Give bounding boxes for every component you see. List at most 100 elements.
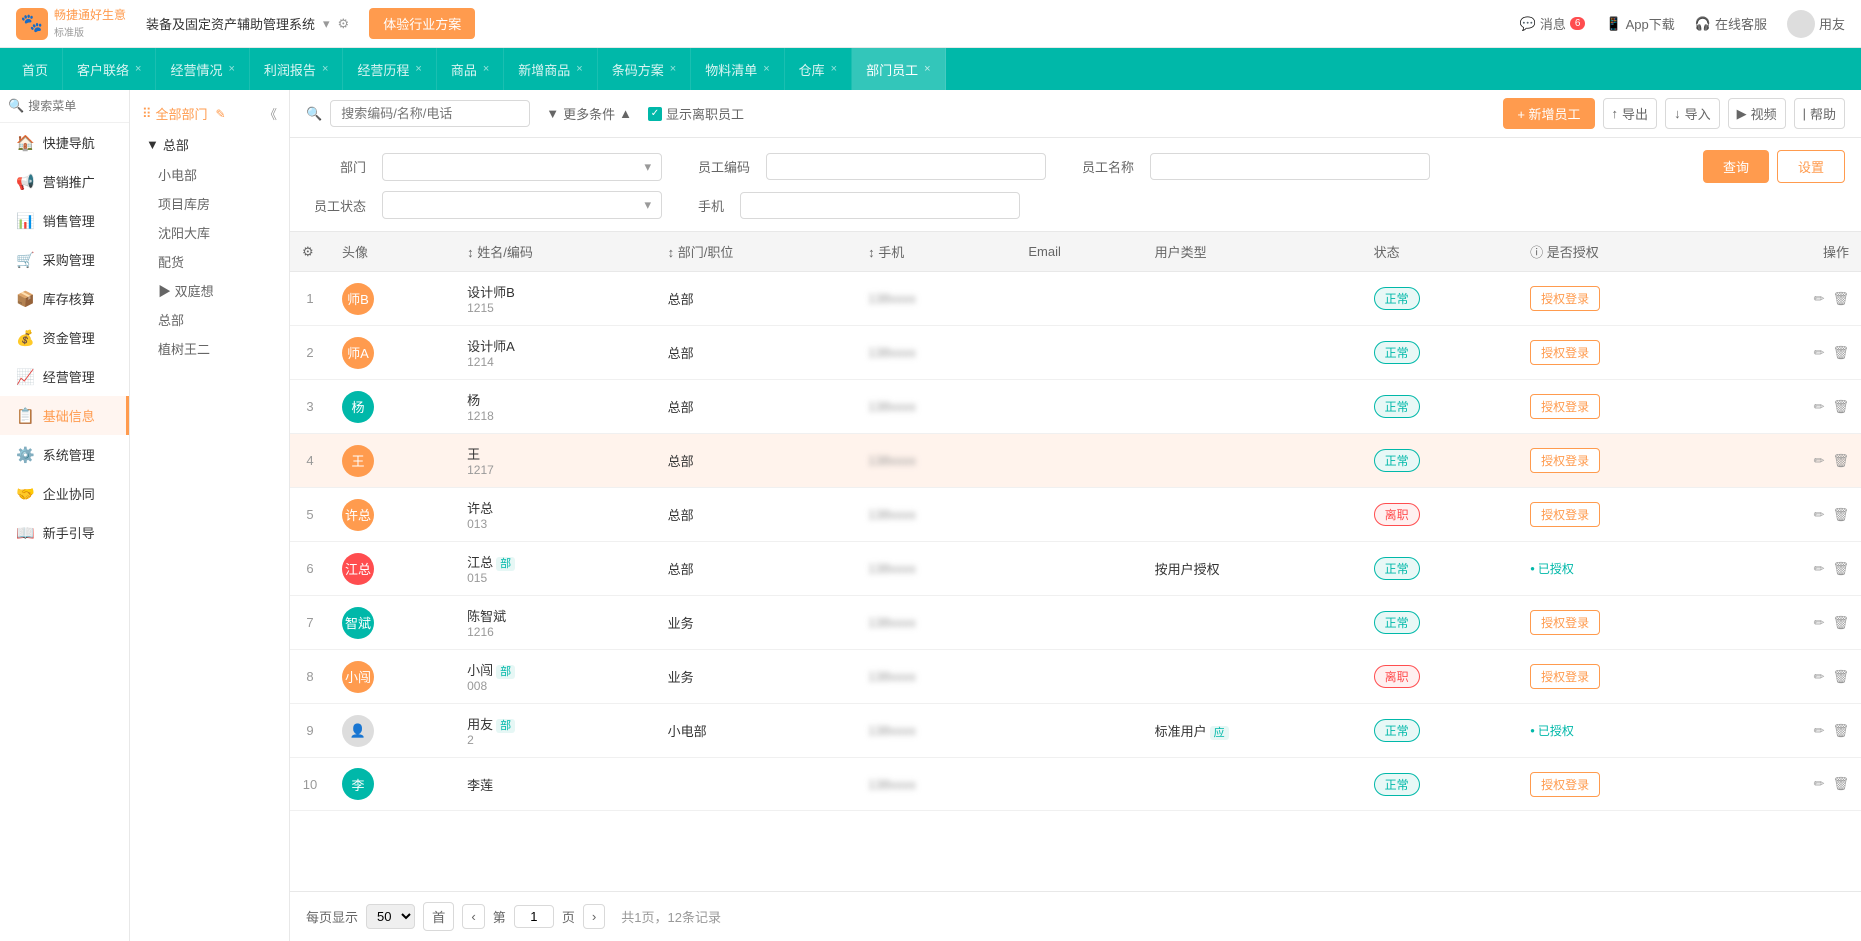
nav-tab-利润报告[interactable]: 利润报告×	[250, 48, 343, 90]
edit-icon[interactable]: ✏	[1814, 669, 1825, 685]
nav-tab-新增商品[interactable]: 新增商品×	[504, 48, 597, 90]
col-settings[interactable]: ⚙	[290, 232, 330, 272]
sidebar-item-basic[interactable]: 📋基础信息	[0, 396, 129, 435]
emp-name-input[interactable]	[1150, 153, 1430, 180]
col-dept[interactable]: ↕ 部门/职位	[656, 232, 857, 272]
edit-icon[interactable]: ✏	[1814, 345, 1825, 361]
auth-button[interactable]: 授权登录	[1530, 286, 1600, 311]
sidebar-search[interactable]: 🔍	[0, 90, 129, 123]
nav-tab-部门员工[interactable]: 部门员工×	[852, 48, 945, 90]
auth-button[interactable]: 授权登录	[1530, 664, 1600, 689]
page-size-select[interactable]: 50	[366, 904, 415, 929]
sidebar-item-guide[interactable]: 📖新手引导	[0, 513, 129, 552]
nav-tab-首页[interactable]: 首页	[8, 48, 63, 90]
auth-button[interactable]: 授权登录	[1530, 340, 1600, 365]
delete-icon[interactable]: 🗑	[1832, 399, 1849, 415]
phone-input[interactable]	[740, 192, 1020, 219]
delete-icon[interactable]: 🗑	[1832, 615, 1849, 631]
tab-close-icon[interactable]: ×	[831, 63, 837, 75]
app-download-action[interactable]: 📱 App下载	[1605, 14, 1674, 33]
settings-icon[interactable]: ⚙	[338, 16, 350, 32]
nav-tab-物料清单[interactable]: 物料清单×	[691, 48, 784, 90]
edit-icon[interactable]: ✏	[1814, 723, 1825, 739]
sidebar-item-sales[interactable]: 📊销售管理	[0, 201, 129, 240]
sidebar-item-marketing[interactable]: 📢营销推广	[0, 162, 129, 201]
delete-icon[interactable]: 🗑	[1832, 669, 1849, 685]
delete-icon[interactable]: 🗑	[1832, 561, 1849, 577]
nav-tab-条码方案[interactable]: 条码方案×	[598, 48, 691, 90]
col-phone[interactable]: ↕ 手机	[856, 232, 1016, 272]
auth-button[interactable]: 授权登录	[1530, 610, 1600, 635]
delete-icon[interactable]: 🗑	[1832, 776, 1849, 792]
status-select[interactable]: ▾	[382, 191, 662, 219]
nav-tab-仓库[interactable]: 仓库×	[785, 48, 852, 90]
dept-item[interactable]: 项目库房	[130, 189, 289, 218]
sidebar-item-system[interactable]: ⚙️系统管理	[0, 435, 129, 474]
inactive-checkbox[interactable]: ✓	[648, 107, 662, 121]
search-input[interactable]	[28, 99, 130, 113]
message-action[interactable]: 💬 消息 6	[1520, 14, 1586, 33]
dept-item[interactable]: 沈阳大库	[130, 218, 289, 247]
dept-item[interactable]: 小电部	[130, 160, 289, 189]
tab-close-icon[interactable]: ×	[924, 63, 930, 75]
sidebar-item-quick-nav[interactable]: 🏠快捷导航	[0, 123, 129, 162]
edit-icon[interactable]: ✏	[1814, 776, 1825, 792]
page-input[interactable]	[514, 905, 554, 928]
dept-item[interactable]: 植树王二	[130, 334, 289, 363]
sidebar-item-purchase[interactable]: 🛒采购管理	[0, 240, 129, 279]
query-button[interactable]: 查询	[1703, 150, 1769, 183]
nav-tab-客户联络[interactable]: 客户联络×	[63, 48, 156, 90]
auth-button[interactable]: 授权登录	[1530, 502, 1600, 527]
prev-page-button[interactable]: ‹	[462, 904, 484, 929]
show-inactive[interactable]: ✓ 显示离职员工	[648, 104, 744, 123]
delete-icon[interactable]: 🗑	[1832, 453, 1849, 469]
delete-icon[interactable]: 🗑	[1832, 291, 1849, 307]
tab-close-icon[interactable]: ×	[415, 63, 421, 75]
reset-button[interactable]: 设置	[1777, 150, 1845, 183]
col-name-code[interactable]: ↕ 姓名/编码	[455, 232, 656, 272]
collapse-icon[interactable]: 《	[264, 104, 277, 123]
edit-icon[interactable]: ✏	[1814, 399, 1825, 415]
tab-close-icon[interactable]: ×	[228, 63, 234, 75]
delete-icon[interactable]: 🗑	[1832, 345, 1849, 361]
add-employee-button[interactable]: + 新增员工	[1503, 98, 1594, 129]
tab-close-icon[interactable]: ×	[763, 63, 769, 75]
nav-tab-经营历程[interactable]: 经营历程×	[343, 48, 436, 90]
tab-close-icon[interactable]: ×	[135, 63, 141, 75]
more-filter-btn[interactable]: ▼ 更多条件 ▲	[538, 99, 640, 128]
emp-code-input[interactable]	[766, 153, 1046, 180]
edit-icon[interactable]: ✏	[1814, 453, 1825, 469]
edit-icon[interactable]: ✏	[1814, 291, 1825, 307]
search-input[interactable]	[330, 100, 530, 127]
sidebar-item-finance[interactable]: 💰资金管理	[0, 318, 129, 357]
view-button[interactable]: ▶ 视频	[1728, 98, 1786, 129]
nav-tab-商品[interactable]: 商品×	[437, 48, 504, 90]
tab-close-icon[interactable]: ×	[322, 63, 328, 75]
auth-button[interactable]: 授权登录	[1530, 448, 1600, 473]
edit-icon[interactable]: ✏	[1814, 507, 1825, 523]
sidebar-item-operation[interactable]: 📈经营管理	[0, 357, 129, 396]
export-button[interactable]: ↑ 导出	[1603, 98, 1658, 129]
auth-button[interactable]: 授权登录	[1530, 394, 1600, 419]
dept-item[interactable]: 总部	[130, 305, 289, 334]
dept-edit-icon[interactable]: ✎	[216, 107, 226, 121]
next-page-button[interactable]: ›	[583, 904, 605, 929]
tab-close-icon[interactable]: ×	[670, 63, 676, 75]
edit-icon[interactable]: ✏	[1814, 561, 1825, 577]
dept-select[interactable]: ▾	[382, 153, 662, 181]
help-button[interactable]: | 帮助	[1794, 98, 1845, 129]
delete-icon[interactable]: 🗑	[1832, 507, 1849, 523]
online-service-action[interactable]: 🎧 在线客服	[1695, 14, 1767, 33]
nav-tab-经营情况[interactable]: 经营情况×	[156, 48, 249, 90]
tab-close-icon[interactable]: ×	[483, 63, 489, 75]
tab-close-icon[interactable]: ×	[576, 63, 582, 75]
auth-button[interactable]: 授权登录	[1530, 772, 1600, 797]
user-action[interactable]: 用友	[1787, 10, 1845, 38]
trial-button[interactable]: 体验行业方案	[369, 8, 475, 39]
first-page-button[interactable]: 首	[423, 902, 454, 931]
delete-icon[interactable]: 🗑	[1832, 723, 1849, 739]
dept-item[interactable]: ▼总部	[130, 129, 289, 160]
dept-item[interactable]: 配货	[130, 247, 289, 276]
edit-icon[interactable]: ✏	[1814, 615, 1825, 631]
sidebar-item-collab[interactable]: 🤝企业协同	[0, 474, 129, 513]
